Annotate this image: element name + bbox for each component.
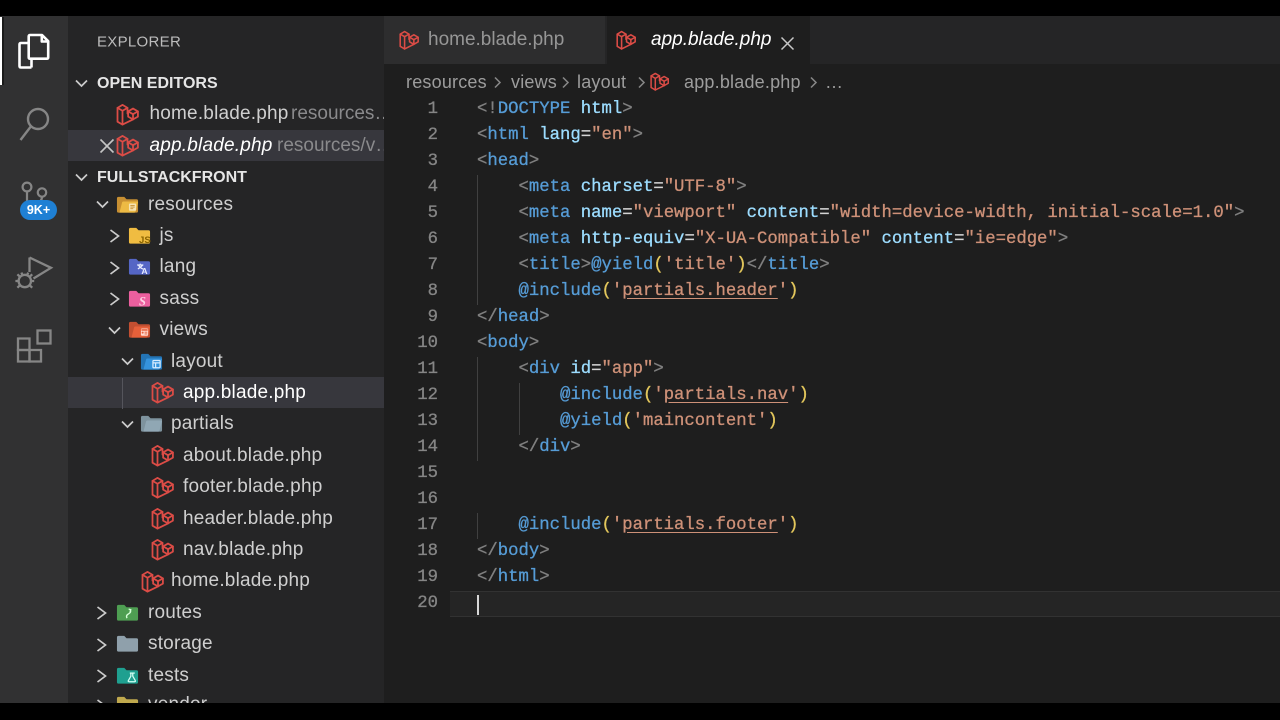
svg-text:JS: JS (139, 235, 151, 245)
svg-text:S: S (139, 295, 146, 308)
svg-text:A: A (141, 266, 147, 276)
